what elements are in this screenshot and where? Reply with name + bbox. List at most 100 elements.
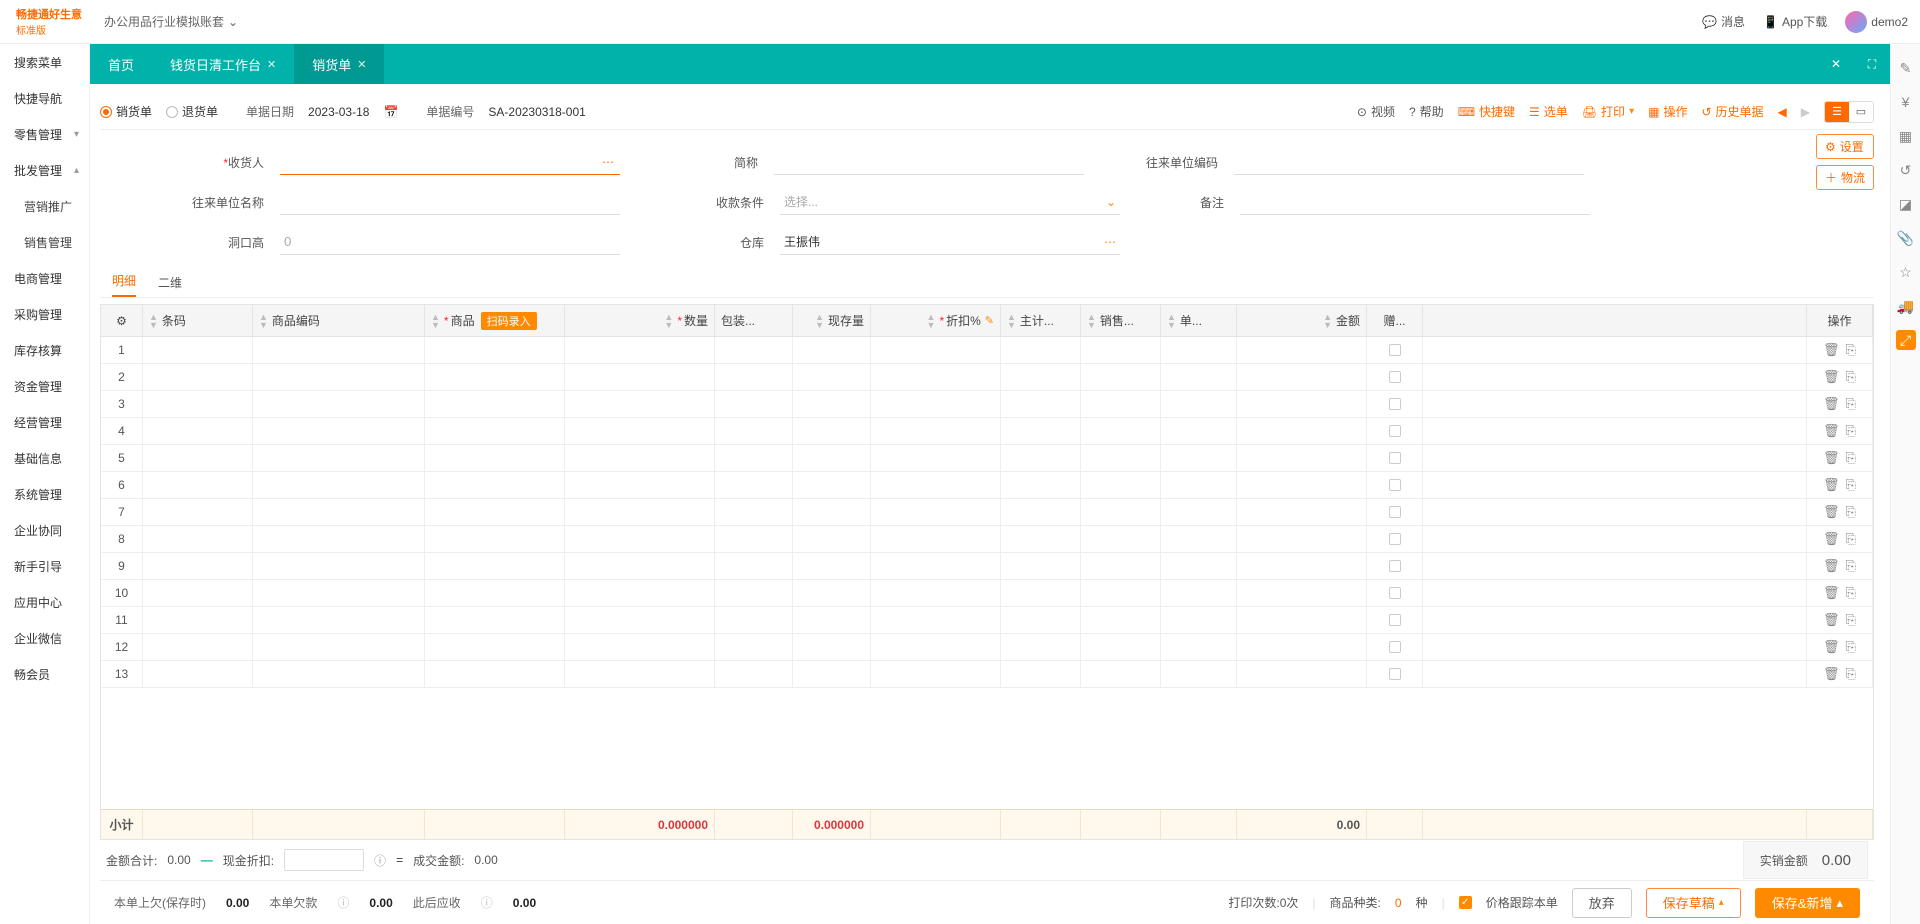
help-link[interactable]: ?帮助 xyxy=(1409,103,1444,120)
copy-row-icon[interactable]: ⎘ xyxy=(1846,423,1856,439)
rail-star-icon[interactable]: ☆ xyxy=(1896,262,1916,282)
table-row[interactable]: 2🗑⎘ xyxy=(101,364,1873,391)
prev-doc-button[interactable]: ◀ xyxy=(1778,105,1787,119)
delete-row-icon[interactable]: 🗑 xyxy=(1823,666,1840,682)
copy-row-icon[interactable]: ⎘ xyxy=(1846,531,1856,547)
copy-row-icon[interactable]: ⎘ xyxy=(1846,504,1856,520)
table-row[interactable]: 9🗑⎘ xyxy=(101,553,1873,580)
operate-link[interactable]: ▦操作 xyxy=(1648,103,1687,120)
sidebar-item[interactable]: 经营管理 xyxy=(0,404,89,440)
subtab-detail[interactable]: 明细 xyxy=(112,272,136,297)
sidebar-item[interactable]: 批发管理▴ xyxy=(0,152,89,188)
copy-row-icon[interactable]: ⎘ xyxy=(1846,396,1856,412)
col-amount[interactable]: ▲▼金额 xyxy=(1237,305,1367,336)
help-icon[interactable]: ⓘ xyxy=(481,894,493,911)
select-order-link[interactable]: ☰选单 xyxy=(1529,103,1568,120)
sidebar-item[interactable]: 系统管理 xyxy=(0,476,89,512)
delete-row-icon[interactable]: 🗑 xyxy=(1823,612,1840,628)
delete-row-icon[interactable]: 🗑 xyxy=(1823,531,1840,547)
delete-row-icon[interactable]: 🗑 xyxy=(1823,450,1840,466)
partner-code-input[interactable] xyxy=(1234,149,1584,175)
copy-row-icon[interactable]: ⎘ xyxy=(1846,369,1856,385)
discount-input[interactable] xyxy=(284,849,364,871)
save-draft-button[interactable]: 保存草稿▴ xyxy=(1646,888,1741,918)
sidebar-item[interactable]: 资金管理 xyxy=(0,368,89,404)
table-row[interactable]: 7🗑⎘ xyxy=(101,499,1873,526)
branch-selector[interactable]: 办公用品行业模拟账套 ⌄ xyxy=(104,13,238,30)
sidebar-item[interactable]: 基础信息 xyxy=(0,440,89,476)
sidebar-subitem[interactable]: 销售管理 xyxy=(0,224,89,260)
copy-row-icon[interactable]: ⎘ xyxy=(1846,342,1856,358)
col-product[interactable]: ▲▼*商品扫码录入 xyxy=(425,305,565,336)
delete-row-icon[interactable]: 🗑 xyxy=(1823,585,1840,601)
col-unitprice[interactable]: ▲▼单... xyxy=(1161,305,1237,336)
tab[interactable]: 钱货日清工作台✕ xyxy=(152,44,294,84)
table-row[interactable]: 13🗑⎘ xyxy=(101,661,1873,688)
radio-return[interactable]: 退货单 xyxy=(166,103,218,120)
copy-row-icon[interactable]: ⎘ xyxy=(1846,666,1856,682)
delete-row-icon[interactable]: 🗑 xyxy=(1823,558,1840,574)
sidebar-item[interactable]: 新手引导 xyxy=(0,548,89,584)
payterm-select[interactable]: 选择...⌄ xyxy=(780,189,1120,215)
settings-button[interactable]: ⚙设置 xyxy=(1816,134,1874,159)
history-link[interactable]: ↺历史单据 xyxy=(1701,103,1763,120)
table-row[interactable]: 5🗑⎘ xyxy=(101,445,1873,472)
rail-coupon-icon[interactable]: ◪ xyxy=(1896,194,1916,214)
close-icon[interactable]: ✕ xyxy=(267,58,276,71)
tab[interactable]: 销货单✕ xyxy=(294,44,384,84)
sidebar-item[interactable]: 电商管理 xyxy=(0,260,89,296)
table-row[interactable]: 11🗑⎘ xyxy=(101,607,1873,634)
table-row[interactable]: 10🗑⎘ xyxy=(101,580,1873,607)
table-row[interactable]: 4🗑⎘ xyxy=(101,418,1873,445)
logistics-button[interactable]: ＋物流 xyxy=(1816,165,1874,190)
copy-row-icon[interactable]: ⎘ xyxy=(1846,450,1856,466)
help-icon[interactable]: ⓘ xyxy=(374,852,386,869)
tab-close-all-button[interactable]: ✕ xyxy=(1818,44,1854,84)
app-download-button[interactable]: 📱App下载 xyxy=(1763,13,1827,30)
print-menu[interactable]: 🖨打印▾ xyxy=(1582,103,1634,120)
close-icon[interactable]: ✕ xyxy=(357,58,366,71)
table-row[interactable]: 12🗑⎘ xyxy=(101,634,1873,661)
messages-button[interactable]: 💬消息 xyxy=(1702,13,1745,30)
help-icon[interactable]: ⓘ xyxy=(337,894,349,911)
radio-sales[interactable]: 销货单 xyxy=(100,103,152,120)
col-qty[interactable]: ▲▼*数量 xyxy=(565,305,715,336)
sidebar-subitem[interactable]: 营销推广 xyxy=(0,188,89,224)
col-settings[interactable]: ⚙ xyxy=(101,305,143,336)
delete-row-icon[interactable]: 🗑 xyxy=(1823,477,1840,493)
warehouse-select[interactable]: 王振伟⋯ xyxy=(780,229,1120,255)
col-pkg[interactable]: 包装... xyxy=(715,305,793,336)
delete-row-icon[interactable]: 🗑 xyxy=(1823,504,1840,520)
col-stock[interactable]: ▲▼现存量 xyxy=(793,305,871,336)
user-menu[interactable]: demo2 xyxy=(1845,11,1908,33)
col-price[interactable]: ▲▼销售... xyxy=(1081,305,1161,336)
edit-icon[interactable]: ✎ xyxy=(985,314,994,327)
col-barcode[interactable]: ▲▼条码 xyxy=(143,305,253,336)
table-row[interactable]: 3🗑⎘ xyxy=(101,391,1873,418)
view-card-button[interactable]: ▭ xyxy=(1849,102,1873,122)
sidebar-item[interactable]: 企业微信 xyxy=(0,620,89,656)
col-discount[interactable]: ▲▼*折扣%✎ xyxy=(871,305,1001,336)
sidebar-item[interactable]: 采购管理 xyxy=(0,296,89,332)
copy-row-icon[interactable]: ⎘ xyxy=(1846,477,1856,493)
copy-row-icon[interactable]: ⎘ xyxy=(1846,585,1856,601)
copy-row-icon[interactable]: ⎘ xyxy=(1846,639,1856,655)
gap-input[interactable] xyxy=(280,229,620,255)
calendar-icon[interactable]: 📅 xyxy=(383,105,398,119)
sidebar-item[interactable]: 快捷导航 xyxy=(0,80,89,116)
track-checkbox[interactable]: ✓ xyxy=(1459,896,1472,909)
table-row[interactable]: 6🗑⎘ xyxy=(101,472,1873,499)
rail-price-icon[interactable]: ¥ xyxy=(1896,92,1916,112)
shortcut-link[interactable]: ⌨快捷键 xyxy=(1458,103,1515,120)
consignee-input[interactable] xyxy=(280,149,620,175)
discard-button[interactable]: 放弃 xyxy=(1572,888,1632,918)
sidebar-item[interactable]: 应用中心 xyxy=(0,584,89,620)
rail-history-icon[interactable]: ↺ xyxy=(1896,160,1916,180)
next-doc-button[interactable]: ▶ xyxy=(1801,105,1810,119)
view-list-button[interactable]: ☰ xyxy=(1825,102,1849,122)
delete-row-icon[interactable]: 🗑 xyxy=(1823,342,1840,358)
warehouse-picker-icon[interactable]: ⋯ xyxy=(1104,235,1116,249)
delete-row-icon[interactable]: 🗑 xyxy=(1823,396,1840,412)
remark-input[interactable] xyxy=(1240,189,1590,215)
sidebar-item[interactable]: 零售管理▾ xyxy=(0,116,89,152)
